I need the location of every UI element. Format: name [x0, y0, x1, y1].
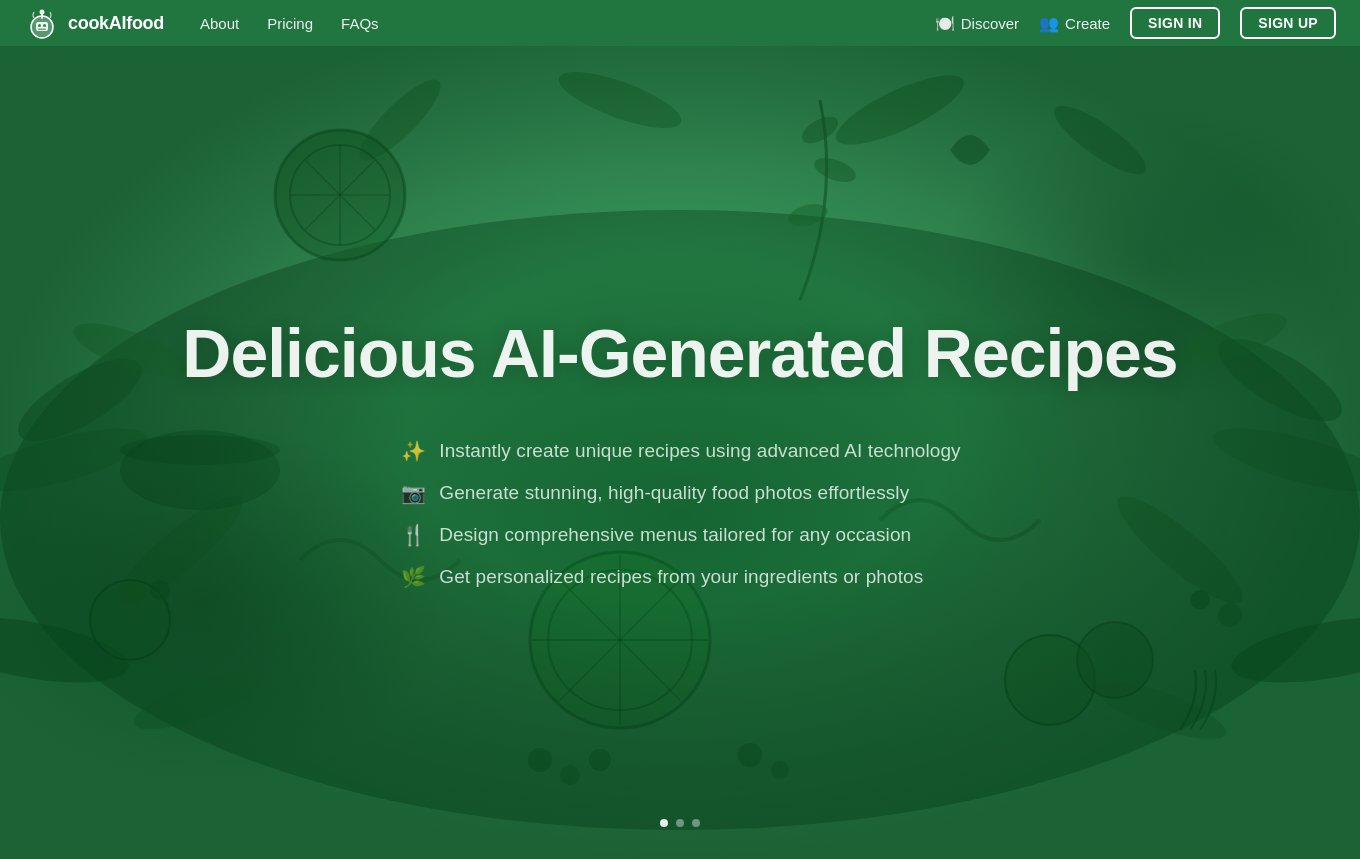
hero-section: Delicious AI-Generated Recipes ✨ Instant… [0, 46, 1360, 859]
feature-text-3: Design comprehensive menus tailored for … [439, 524, 911, 546]
brand-name: cookAIfood [68, 13, 164, 34]
hero-title: Delicious AI-Generated Recipes [182, 316, 1177, 391]
feature-icon-3: 🍴 [399, 523, 427, 547]
nav-right: 🍽️ Discover 👥 Create SIGN IN SIGN UP [935, 7, 1336, 39]
nav-about[interactable]: About [188, 9, 251, 38]
svg-rect-50 [38, 29, 46, 31]
pagination-dots [660, 819, 700, 827]
dot-3[interactable] [692, 819, 700, 827]
feature-text-2: Generate stunning, high-quality food pho… [439, 482, 909, 504]
signin-button[interactable]: SIGN IN [1130, 7, 1220, 39]
feature-text-1: Instantly create unique recipes using ad… [439, 440, 960, 462]
navbar: cookAIfood About Pricing FAQs 🍽️ Discove… [0, 0, 1360, 46]
svg-point-48 [38, 24, 41, 27]
feature-item-2: 📷 Generate stunning, high-quality food p… [399, 481, 909, 505]
svg-point-52 [40, 10, 45, 15]
feature-icon-4: 🌿 [399, 565, 427, 589]
logo[interactable]: cookAIfood [24, 5, 164, 41]
dot-2[interactable] [676, 819, 684, 827]
feature-item-4: 🌿 Get personalized recipes from your ing… [399, 565, 923, 589]
nav-faqs[interactable]: FAQs [329, 9, 391, 38]
feature-item-3: 🍴 Design comprehensive menus tailored fo… [399, 523, 911, 547]
signup-button[interactable]: SIGN UP [1240, 7, 1336, 39]
dot-1[interactable] [660, 819, 668, 827]
nav-create[interactable]: 👥 Create [1039, 14, 1110, 33]
feature-icon-1: ✨ [399, 439, 427, 463]
discover-icon: 🍽️ [935, 14, 955, 33]
svg-point-49 [43, 24, 46, 27]
feature-icon-2: 📷 [399, 481, 427, 505]
hero-features: ✨ Instantly create unique recipes using … [399, 439, 960, 589]
nav-left: cookAIfood About Pricing FAQs [24, 5, 391, 41]
feature-item-1: ✨ Instantly create unique recipes using … [399, 439, 960, 463]
nav-discover-label: Discover [961, 15, 1019, 32]
create-icon: 👥 [1039, 14, 1059, 33]
nav-links: About Pricing FAQs [188, 9, 391, 38]
feature-text-4: Get personalized recipes from your ingre… [439, 566, 923, 588]
logo-icon [24, 5, 60, 41]
nav-pricing[interactable]: Pricing [255, 9, 325, 38]
nav-discover[interactable]: 🍽️ Discover [935, 14, 1019, 33]
nav-create-label: Create [1065, 15, 1110, 32]
